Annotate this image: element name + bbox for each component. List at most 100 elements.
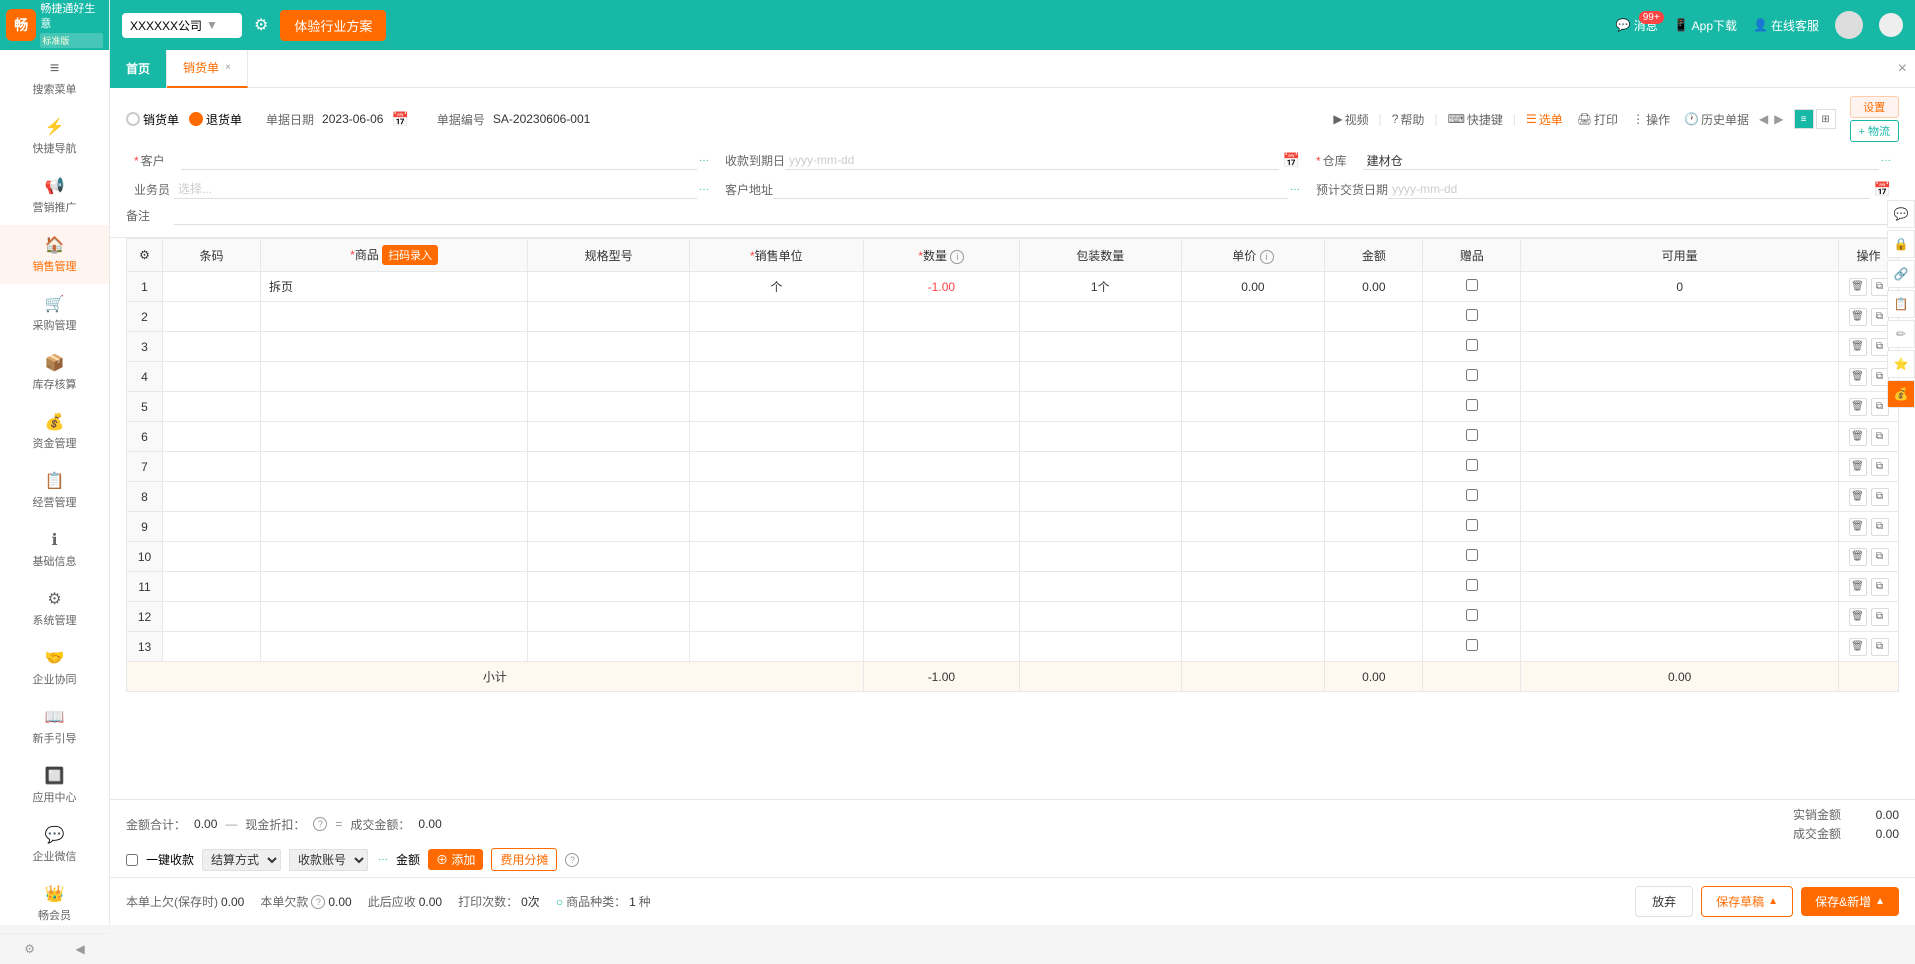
row-unit-price[interactable] bbox=[1181, 422, 1325, 452]
row-quantity[interactable] bbox=[863, 512, 1019, 542]
row-barcode[interactable] bbox=[163, 452, 261, 482]
th-settings[interactable]: ⚙ bbox=[127, 239, 163, 272]
row-quantity[interactable] bbox=[863, 392, 1019, 422]
row-pkg-qty[interactable] bbox=[1019, 392, 1181, 422]
save-new-button[interactable]: 保存&新增 ▲ bbox=[1801, 887, 1899, 916]
row-copy-icon[interactable]: ⧉ bbox=[1871, 638, 1889, 656]
row-gift[interactable] bbox=[1423, 452, 1521, 482]
row-unit-price[interactable] bbox=[1181, 362, 1325, 392]
row-gift[interactable] bbox=[1423, 512, 1521, 542]
sidebar-item-finance[interactable]: 💰 资金管理 bbox=[0, 402, 109, 461]
company-selector[interactable]: XXXXXX公司 ▼ bbox=[122, 13, 242, 38]
row-spec[interactable] bbox=[528, 452, 690, 482]
salesperson-picker-icon[interactable]: ··· bbox=[699, 184, 709, 195]
row-quantity[interactable] bbox=[863, 572, 1019, 602]
row-pkg-qty[interactable] bbox=[1019, 332, 1181, 362]
rfb-lock[interactable]: 🔒 bbox=[1887, 230, 1915, 258]
online-service-btn[interactable]: 👤 在线客服 bbox=[1753, 17, 1819, 34]
row-gift[interactable] bbox=[1423, 302, 1521, 332]
row-unit[interactable] bbox=[689, 542, 863, 572]
grid-view-btn-1[interactable]: ≡ bbox=[1794, 109, 1814, 129]
sidebar-item-sales[interactable]: 🏠 销售管理 bbox=[0, 225, 109, 284]
row-unit[interactable] bbox=[689, 422, 863, 452]
row-barcode[interactable] bbox=[163, 512, 261, 542]
row-amount[interactable]: 0.00 bbox=[1325, 272, 1423, 302]
row-quantity[interactable] bbox=[863, 362, 1019, 392]
row-delete-icon[interactable]: 🗑 bbox=[1849, 488, 1867, 506]
row-barcode[interactable] bbox=[163, 272, 261, 302]
row-quantity[interactable] bbox=[863, 452, 1019, 482]
scan-button[interactable]: 扫码录入 bbox=[382, 245, 438, 265]
row-barcode[interactable] bbox=[163, 422, 261, 452]
row-pkg-qty[interactable] bbox=[1019, 362, 1181, 392]
remarks-input[interactable] bbox=[174, 206, 1899, 225]
row-product[interactable] bbox=[260, 302, 527, 332]
delivery-date-calendar-icon[interactable]: 📅 bbox=[1874, 181, 1891, 198]
row-copy-icon[interactable]: ⧉ bbox=[1871, 398, 1889, 416]
row-spec[interactable] bbox=[528, 572, 690, 602]
row-amount[interactable] bbox=[1325, 482, 1423, 512]
row-delete-icon[interactable]: 🗑 bbox=[1849, 338, 1867, 356]
row-pkg-qty[interactable] bbox=[1019, 572, 1181, 602]
sidebar-item-system[interactable]: ⚙ 系统管理 bbox=[0, 579, 109, 638]
row-product[interactable] bbox=[260, 452, 527, 482]
sidebar-item-purchase[interactable]: 🛒 采购管理 bbox=[0, 284, 109, 343]
help-btn[interactable]: ? 帮助 bbox=[1388, 109, 1429, 130]
payment-method-select[interactable]: 结算方式 bbox=[202, 849, 281, 871]
row-gift[interactable] bbox=[1423, 272, 1521, 302]
row-delete-icon[interactable]: 🗑 bbox=[1849, 308, 1867, 326]
row-unit[interactable] bbox=[689, 302, 863, 332]
logistics-button[interactable]: + 物流 bbox=[1850, 120, 1899, 142]
due-date-input[interactable] bbox=[785, 151, 1279, 170]
row-unit-price[interactable] bbox=[1181, 482, 1325, 512]
row-unit[interactable] bbox=[689, 632, 863, 662]
row-delete-icon[interactable]: 🗑 bbox=[1849, 638, 1867, 656]
row-quantity[interactable] bbox=[863, 482, 1019, 512]
row-barcode[interactable] bbox=[163, 332, 261, 362]
row-unit-price[interactable] bbox=[1181, 632, 1325, 662]
price-info-icon[interactable]: i bbox=[1260, 250, 1274, 264]
row-copy-icon[interactable]: ⧉ bbox=[1871, 458, 1889, 476]
row-copy-icon[interactable]: ⧉ bbox=[1871, 488, 1889, 506]
sidebar-item-marketing[interactable]: 📢 营销推广 bbox=[0, 166, 109, 225]
row-spec[interactable] bbox=[528, 482, 690, 512]
row-spec[interactable] bbox=[528, 392, 690, 422]
account-picker-icon[interactable]: ··· bbox=[378, 854, 388, 865]
customer-address-input[interactable] bbox=[773, 180, 1288, 199]
row-pkg-qty[interactable] bbox=[1019, 632, 1181, 662]
row-unit-price[interactable] bbox=[1181, 452, 1325, 482]
one-click-payment-checkbox[interactable] bbox=[126, 854, 138, 866]
row-amount[interactable] bbox=[1325, 542, 1423, 572]
app-download-btn[interactable]: 📱 App下载 bbox=[1674, 17, 1737, 34]
row-quantity[interactable] bbox=[863, 632, 1019, 662]
row-delete-icon[interactable]: 🗑 bbox=[1849, 578, 1867, 596]
row-product[interactable] bbox=[260, 482, 527, 512]
row-gift[interactable] bbox=[1423, 602, 1521, 632]
expense-split-button[interactable]: 费用分摊 bbox=[491, 848, 557, 871]
row-unit-price[interactable] bbox=[1181, 572, 1325, 602]
rfb-orange[interactable]: 💰 bbox=[1887, 380, 1915, 408]
row-product[interactable] bbox=[260, 632, 527, 662]
row-copy-icon[interactable]: ⧉ bbox=[1871, 548, 1889, 566]
sidebar-item-management[interactable]: 📋 经营管理 bbox=[0, 461, 109, 520]
add-payment-button[interactable]: ⊕ 添加 bbox=[428, 849, 483, 870]
row-product[interactable] bbox=[260, 602, 527, 632]
row-amount[interactable] bbox=[1325, 572, 1423, 602]
row-delete-icon[interactable]: 🗑 bbox=[1849, 518, 1867, 536]
tab-home[interactable]: 首页 bbox=[110, 50, 167, 88]
sidebar-item-base-info[interactable]: ℹ 基础信息 bbox=[0, 520, 109, 579]
payment-account-select[interactable]: 收款账号 bbox=[289, 849, 368, 871]
row-pkg-qty[interactable] bbox=[1019, 452, 1181, 482]
row-product[interactable]: 拆页 bbox=[260, 272, 527, 302]
row-spec[interactable] bbox=[528, 362, 690, 392]
row-unit-price[interactable]: 0.00 bbox=[1181, 272, 1325, 302]
radio-return[interactable]: 退货单 bbox=[189, 111, 242, 128]
row-amount[interactable] bbox=[1325, 362, 1423, 392]
row-unit-price[interactable] bbox=[1181, 332, 1325, 362]
row-product[interactable] bbox=[260, 572, 527, 602]
row-unit[interactable] bbox=[689, 362, 863, 392]
row-spec[interactable] bbox=[528, 272, 690, 302]
row-barcode[interactable] bbox=[163, 542, 261, 572]
row-copy-icon[interactable]: ⧉ bbox=[1871, 368, 1889, 386]
row-pkg-qty[interactable] bbox=[1019, 542, 1181, 572]
